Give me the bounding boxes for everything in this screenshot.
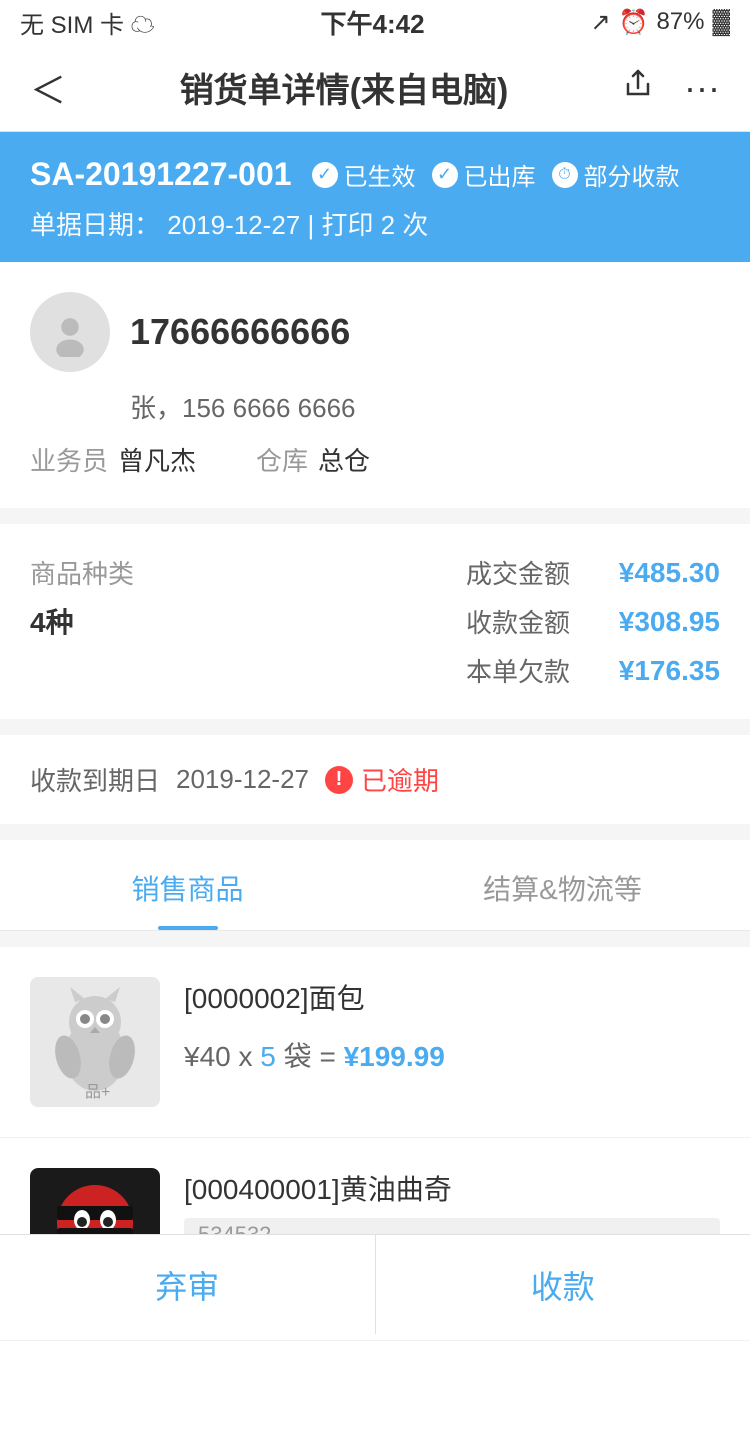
badge-active-label: 已生效 [344,157,416,192]
order-id: SA-20191227-001 [30,156,292,193]
customer-row: 17666666666 [30,292,720,372]
nav-bar: ＜ 销货单详情(来自电脑) ··· [0,44,750,132]
status-bar: 无 SIM 卡 ☁ 下午4:42 ↗ ⏰ 87% ▓ [0,0,750,44]
avatar [30,292,110,372]
received-label: 收款金额 [466,603,570,640]
received-row: 收款金额 ¥308.95 [466,603,720,640]
abandon-review-button[interactable]: 弃审 [0,1235,376,1334]
amount-row: 成交金额 ¥485.30 [466,554,720,591]
tab-sales-products[interactable]: 销售商品 [0,840,375,930]
svg-text:品+: 品+ [85,1084,110,1101]
price-base-bread: ¥40 [184,1041,231,1072]
product-list: 品+ [0000002]面包 ¥40 x 5 袋 = ¥199.99 [0,947,750,1441]
tabs-row: 销售商品 结算&物流等 [0,840,750,931]
debt-value: ¥176.35 [590,655,720,687]
badge-active: ✓ 已生效 [312,157,416,192]
overdue-icon: ! [325,766,353,794]
debt-row: 本单欠款 ¥176.35 [466,652,720,689]
product-info-bread: [0000002]面包 ¥40 x 5 袋 = ¥199.99 [184,977,720,1075]
battery: 87% [656,8,704,36]
sales-value: 曾凡杰 [118,441,196,478]
back-button[interactable]: ＜ [30,62,66,114]
amount-label: 成交金额 [466,554,570,591]
price-qty-bread: 5 [260,1041,276,1072]
clock-icon-partial: ⏱ [552,162,578,188]
summary-right: 成交金额 ¥485.30 收款金额 ¥308.95 本单欠款 ¥176.35 [466,554,720,689]
overdue-badge: ! 已逾期 [325,761,439,798]
warehouse-label: 仓库 [256,441,308,478]
price-eq-bread: = [319,1041,343,1072]
order-id-row: SA-20191227-001 ✓ 已生效 ✓ 已出库 ⏱ 部分收款 [30,156,720,193]
checkmark-icon-active: ✓ [312,162,338,188]
order-date-label: 单据日期： [30,210,160,240]
page-title: 销货单详情(来自电脑) [180,63,509,112]
status-right: ↗ ⏰ 87% ▓ [590,8,730,37]
received-value: ¥308.95 [590,606,720,638]
amount-value: ¥485.30 [590,557,720,589]
price-unit-bread: 袋 [284,1041,312,1072]
collect-payment-button[interactable]: 收款 [376,1235,750,1334]
summary-left: 商品种类 4种 [30,554,134,641]
share-button[interactable] [622,68,654,108]
price-x-bread: x [239,1041,261,1072]
order-date: 单据日期： 2019-12-27 | 打印 2 次 [30,205,720,242]
order-print-info: | 打印 2 次 [307,210,428,240]
badge-partial: ⏱ 部分收款 [552,157,680,192]
product-item: 品+ [0000002]面包 ¥40 x 5 袋 = ¥199.99 [0,947,750,1138]
due-date-value: 2019-12-27 [176,764,309,795]
price-total-bread: ¥199.99 [344,1041,445,1072]
sales-person-info: 业务员 曾凡杰 [30,441,196,478]
tabs-section: 销售商品 结算&物流等 [0,840,750,931]
customer-sub-info: 张，156 6666 6666 [30,388,720,425]
tab-settlement[interactable]: 结算&物流等 [375,840,750,930]
badge-shipped: ✓ 已出库 [432,157,536,192]
due-date-section: 收款到期日 2019-12-27 ! 已逾期 [0,735,750,824]
more-button[interactable]: ··· [684,67,720,109]
due-date-label: 收款到期日 [30,761,160,798]
clock: 下午4:42 [321,4,425,41]
sales-label: 业务员 [30,441,108,478]
customer-meta: 业务员 曾凡杰 仓库 总仓 [30,441,720,478]
product-price-bread: ¥40 x 5 袋 = ¥199.99 [184,1035,720,1075]
sim-status: 无 SIM 卡 ☁ [20,5,155,40]
nav-right-actions: ··· [622,67,720,109]
product-image-bread: 品+ [30,977,160,1107]
location-icon: ↗ [590,8,610,37]
order-header: SA-20191227-001 ✓ 已生效 ✓ 已出库 ⏱ 部分收款 单据日期：… [0,132,750,262]
bottom-bar: 弃审 收款 [0,1234,750,1334]
status-left: 无 SIM 卡 ☁ [20,5,155,40]
customer-section: 17666666666 张，156 6666 6666 业务员 曾凡杰 仓库 总… [0,262,750,508]
order-badges: ✓ 已生效 ✓ 已出库 ⏱ 部分收款 [312,157,680,192]
debt-label: 本单欠款 [466,652,570,689]
alarm-icon: ⏰ [619,8,649,37]
overdue-text: 已逾期 [361,761,439,798]
warehouse-value: 总仓 [318,441,370,478]
warehouse-info: 仓库 总仓 [256,441,370,478]
badge-partial-label: 部分收款 [584,157,680,192]
summary-section: 商品种类 4种 成交金额 ¥485.30 收款金额 ¥308.95 本单欠款 ¥… [0,524,750,719]
category-label: 商品种类 [30,554,134,591]
order-date-value: 2019-12-27 [167,210,300,240]
badge-shipped-label: 已出库 [464,157,536,192]
product-name-cookies: [000400001]黄油曲奇 [184,1168,720,1208]
battery-icon: ▓ [712,8,730,36]
checkmark-icon-shipped: ✓ [432,162,458,188]
category-count: 4种 [30,601,134,641]
customer-phone: 17666666666 [130,311,350,353]
product-name-bread: [0000002]面包 [184,977,720,1017]
